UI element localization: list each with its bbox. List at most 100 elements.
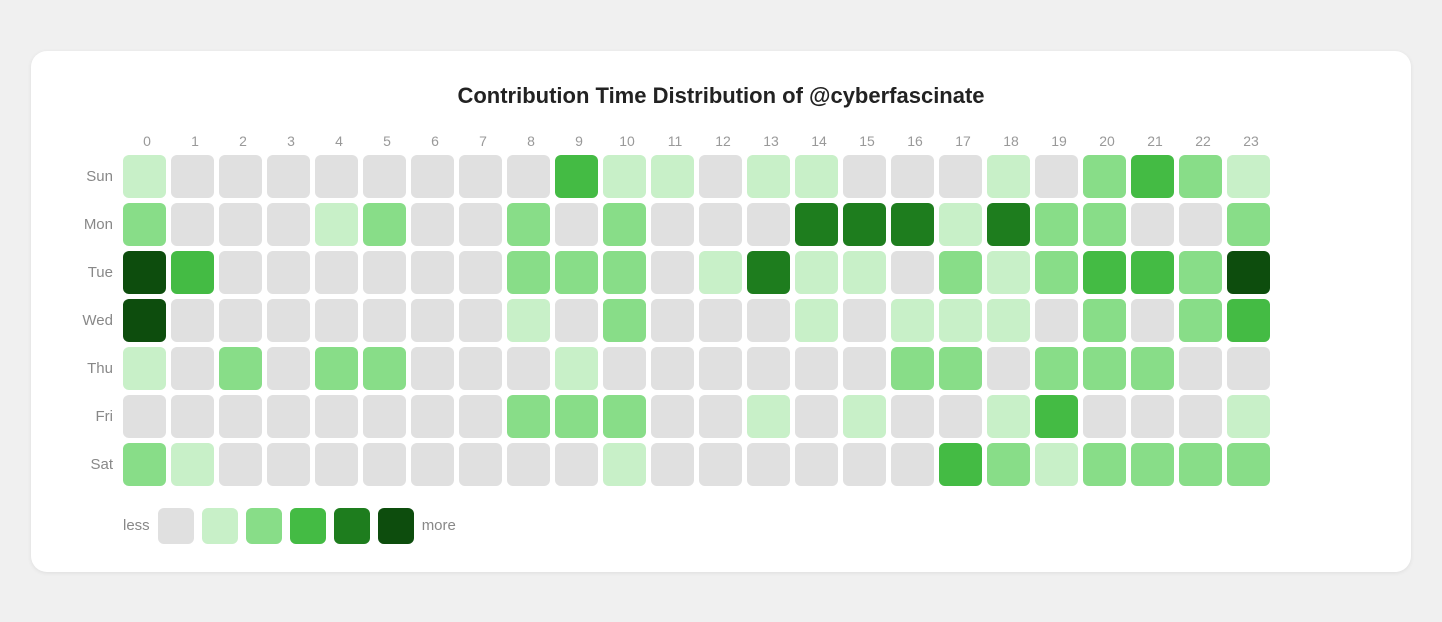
hour-label: 14 — [795, 133, 843, 149]
card: Contribution Time Distribution of @cyber… — [31, 51, 1411, 572]
heatmap-cell — [843, 299, 886, 342]
heatmap-cell — [987, 155, 1030, 198]
heatmap-cell — [1131, 155, 1174, 198]
heatmap-cell — [267, 347, 310, 390]
day-label: Wed — [71, 312, 123, 329]
heatmap-cell — [699, 155, 742, 198]
hour-label: 19 — [1035, 133, 1083, 149]
heatmap-cell — [699, 251, 742, 294]
heatmap-cell — [171, 251, 214, 294]
heatmap-cell — [651, 251, 694, 294]
heatmap-cell — [459, 299, 502, 342]
heatmap-cell — [1131, 347, 1174, 390]
heatmap-cell — [219, 395, 262, 438]
legend-less-label: less — [123, 517, 150, 534]
hour-label: 6 — [411, 133, 459, 149]
grid-row: Wed — [71, 299, 1371, 342]
grid-row: Tue — [71, 251, 1371, 294]
heatmap-cell — [411, 347, 454, 390]
heatmap-cell — [123, 443, 166, 486]
heatmap-cell — [1131, 395, 1174, 438]
heatmap-cell — [843, 347, 886, 390]
heatmap-cell — [123, 155, 166, 198]
heatmap-cell — [747, 347, 790, 390]
heatmap-cell — [1179, 299, 1222, 342]
heatmap-cell — [987, 395, 1030, 438]
cells-row — [123, 251, 1270, 294]
heatmap-cell — [1035, 299, 1078, 342]
heatmap-cell — [795, 203, 838, 246]
cells-row — [123, 203, 1270, 246]
grid-rows: SunMonTueWedThuFriSat — [71, 155, 1371, 486]
heatmap-cell — [939, 395, 982, 438]
hour-label: 9 — [555, 133, 603, 149]
heatmap-cell — [987, 299, 1030, 342]
heatmap-cell — [1083, 443, 1126, 486]
heatmap-cell — [363, 395, 406, 438]
hour-label: 12 — [699, 133, 747, 149]
heatmap-cell — [1035, 347, 1078, 390]
heatmap-cell — [411, 443, 454, 486]
heatmap-cell — [603, 203, 646, 246]
heatmap-cell — [1083, 251, 1126, 294]
heatmap-cell — [411, 251, 454, 294]
heatmap-cell — [171, 155, 214, 198]
heatmap-cell — [171, 443, 214, 486]
heatmap-cell — [555, 251, 598, 294]
heatmap-cell — [1083, 395, 1126, 438]
heatmap-cell — [603, 443, 646, 486]
heatmap-cell — [603, 299, 646, 342]
heatmap-cell — [795, 443, 838, 486]
heatmap-cell — [507, 203, 550, 246]
heatmap-cell — [1131, 251, 1174, 294]
chart-area: 01234567891011121314151617181920212223 S… — [71, 133, 1371, 544]
heatmap-cell — [555, 299, 598, 342]
heatmap-cell — [411, 155, 454, 198]
heatmap-cell — [747, 299, 790, 342]
heatmap-cell — [1227, 203, 1270, 246]
heatmap-cell — [315, 395, 358, 438]
heatmap-cell — [699, 395, 742, 438]
heatmap-cell — [891, 395, 934, 438]
heatmap-cell — [1083, 299, 1126, 342]
heatmap-cell — [651, 155, 694, 198]
heatmap-cell — [987, 203, 1030, 246]
heatmap-cell — [1131, 203, 1174, 246]
heatmap-cell — [411, 395, 454, 438]
heatmap-cell — [651, 203, 694, 246]
legend-cell — [378, 508, 414, 544]
heatmap-cell — [267, 395, 310, 438]
heatmap-cell — [267, 251, 310, 294]
heatmap-cell — [1227, 299, 1270, 342]
cells-row — [123, 443, 1270, 486]
heatmap-cell — [1083, 203, 1126, 246]
heatmap-cell — [507, 395, 550, 438]
heatmap-cell — [1035, 203, 1078, 246]
heatmap-cell — [219, 347, 262, 390]
legend-cell — [246, 508, 282, 544]
heatmap-cell — [555, 347, 598, 390]
heatmap-cell — [459, 155, 502, 198]
heatmap-cell — [1179, 203, 1222, 246]
day-label: Sun — [71, 168, 123, 185]
hour-label: 17 — [939, 133, 987, 149]
heatmap-cell — [219, 299, 262, 342]
heatmap-cell — [843, 251, 886, 294]
heatmap-cell — [843, 155, 886, 198]
heatmap-cell — [363, 299, 406, 342]
heatmap-cell — [315, 299, 358, 342]
legend-more-label: more — [422, 517, 456, 534]
heatmap-cell — [699, 203, 742, 246]
heatmap-cell — [267, 155, 310, 198]
heatmap-cell — [891, 347, 934, 390]
heatmap-cell — [1131, 443, 1174, 486]
heatmap-cell — [123, 203, 166, 246]
heatmap-cell — [507, 155, 550, 198]
heatmap-cell — [987, 251, 1030, 294]
cells-row — [123, 395, 1270, 438]
heatmap-cell — [747, 395, 790, 438]
hour-labels: 01234567891011121314151617181920212223 — [123, 133, 1371, 149]
heatmap-cell — [1179, 347, 1222, 390]
hour-label: 5 — [363, 133, 411, 149]
day-label: Thu — [71, 360, 123, 377]
